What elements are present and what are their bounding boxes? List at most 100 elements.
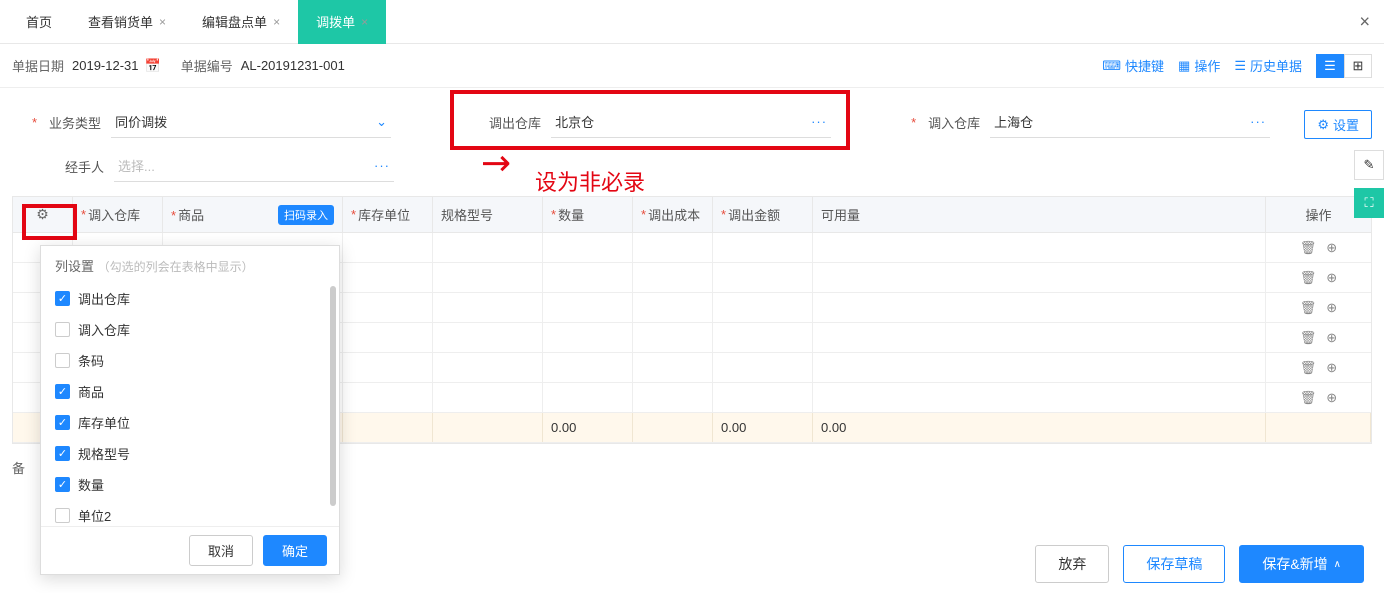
scrollbar[interactable] <box>330 286 336 506</box>
checkbox-icon <box>55 322 70 337</box>
history-link[interactable]: ☰历史单据 <box>1234 56 1302 75</box>
handler-label: 经手人 <box>44 157 104 176</box>
col-unit: *库存单位 <box>343 197 433 232</box>
discard-button[interactable]: 放弃 <box>1035 545 1109 583</box>
shortcut-link[interactable]: ⌨快捷键 <box>1102 56 1164 75</box>
checkbox-icon: ✓ <box>55 384 70 399</box>
list-icon: ☰ <box>1234 58 1246 74</box>
gear-icon: ⚙ <box>36 206 49 223</box>
column-toggle-item[interactable]: ✓ 规格型号 <box>55 438 325 469</box>
tab-edit-inventory[interactable]: 编辑盘点单 × <box>184 0 298 44</box>
handler-select[interactable]: 选择... ··· <box>114 150 394 182</box>
column-toggle-label: 商品 <box>78 382 104 401</box>
close-icon[interactable]: × <box>361 15 368 29</box>
in-wh-label: 调入仓库 <box>920 113 980 132</box>
checkbox-icon: ✓ <box>55 477 70 492</box>
tab-home[interactable]: 首页 <box>8 0 70 44</box>
column-toggle-label: 数量 <box>78 475 104 494</box>
window-close-icon[interactable]: × <box>1359 11 1370 32</box>
col-product: *商品扫码录入 <box>163 197 343 232</box>
side-expand-button[interactable]: ⛶ <box>1354 188 1384 218</box>
close-icon[interactable]: × <box>273 15 280 29</box>
column-settings-button[interactable]: ⚙ <box>13 197 73 232</box>
save-draft-button[interactable]: 保存草稿 <box>1123 545 1225 583</box>
settings-button[interactable]: ⚙ 设置 <box>1304 110 1372 139</box>
add-icon[interactable]: ⊕ <box>1326 390 1337 406</box>
column-toggle-label: 调出仓库 <box>78 289 130 308</box>
view-detail-button[interactable]: ⊞ <box>1344 54 1372 78</box>
checkbox-icon: ✓ <box>55 291 70 306</box>
remark-label: 备 <box>12 461 25 476</box>
more-icon: ··· <box>374 158 390 173</box>
doc-date-label: 单据日期 <box>12 56 64 75</box>
column-toggle-item[interactable]: ✓ 调出仓库 <box>55 283 325 314</box>
tab-edit-inventory-label: 编辑盘点单 <box>202 12 267 31</box>
required-star: * <box>911 115 916 130</box>
checkbox-icon <box>55 353 70 368</box>
checkbox-icon: ✓ <box>55 446 70 461</box>
delete-icon[interactable]: 🗑 <box>1300 330 1317 346</box>
column-toggle-item[interactable]: 条码 <box>55 345 325 376</box>
add-icon[interactable]: ⊕ <box>1326 360 1337 376</box>
close-icon[interactable]: × <box>159 15 166 29</box>
column-toggle-label: 库存单位 <box>78 413 130 432</box>
column-toggle-item[interactable]: 调入仓库 <box>55 314 325 345</box>
scan-badge[interactable]: 扫码录入 <box>278 205 334 225</box>
tab-view-sales-label: 查看销货单 <box>88 12 153 31</box>
tab-transfer[interactable]: 调拨单 × <box>298 0 386 44</box>
column-settings-popover: 列设置 （勾选的列会在表格中显示） ✓ 调出仓库调入仓库条码 ✓ 商品 ✓ 库存单位 ✓ 规格… <box>40 245 340 575</box>
action-link[interactable]: ▦操作 <box>1178 56 1220 75</box>
popover-title: 列设置 （勾选的列会在表格中显示） <box>55 256 325 275</box>
keyboard-icon: ⌨ <box>1102 58 1121 74</box>
delete-icon[interactable]: 🗑 <box>1300 270 1317 286</box>
delete-icon[interactable]: 🗑 <box>1300 360 1317 376</box>
out-wh-select[interactable]: 北京仓 ··· <box>551 106 831 138</box>
tab-home-label: 首页 <box>26 12 52 31</box>
column-toggle-item[interactable]: ✓ 库存单位 <box>55 407 325 438</box>
doc-no-value: AL-20191231-001 <box>241 58 345 73</box>
add-icon[interactable]: ⊕ <box>1326 300 1337 316</box>
required-star: * <box>32 115 37 130</box>
ok-button[interactable]: 确定 <box>263 535 327 566</box>
gear-icon: ⚙ <box>1317 117 1329 133</box>
delete-icon[interactable]: 🗑 <box>1300 240 1317 256</box>
add-icon[interactable]: ⊕ <box>1326 330 1337 346</box>
more-icon: ··· <box>811 114 827 129</box>
column-toggle-item[interactable]: ✓ 商品 <box>55 376 325 407</box>
column-toggle-label: 条码 <box>78 351 104 370</box>
calendar-icon[interactable]: 📅 <box>145 58 161 74</box>
doc-no-label: 单据编号 <box>181 56 233 75</box>
biz-type-label: 业务类型 <box>41 113 101 132</box>
delete-icon[interactable]: 🗑 <box>1300 390 1317 406</box>
col-out-amount: *调出金额 <box>713 197 813 232</box>
col-qty: *数量 <box>543 197 633 232</box>
chevron-up-icon: ∧ <box>1334 559 1341 570</box>
in-wh-select[interactable]: 上海仓 ··· <box>990 106 1270 138</box>
column-toggle-item[interactable]: 单位2 <box>55 500 325 526</box>
chevron-down-icon: ⌄ <box>376 114 387 130</box>
doc-date-value[interactable]: 2019-12-31 <box>72 58 139 73</box>
grid-icon: ▦ <box>1178 58 1190 74</box>
column-toggle-label: 调入仓库 <box>78 320 130 339</box>
checkbox-icon <box>55 508 70 523</box>
checkbox-icon: ✓ <box>55 415 70 430</box>
add-icon[interactable]: ⊕ <box>1326 240 1337 256</box>
col-spec: 规格型号 <box>433 197 543 232</box>
save-new-button[interactable]: 保存&新增∧ <box>1239 545 1364 583</box>
cancel-button[interactable]: 取消 <box>189 535 253 566</box>
column-toggle-label: 单位2 <box>78 506 111 525</box>
tab-view-sales[interactable]: 查看销货单 × <box>70 0 184 44</box>
delete-icon[interactable]: 🗑 <box>1300 300 1317 316</box>
out-wh-label: 调出仓库 <box>481 113 541 132</box>
col-in-wh: *调入仓库 <box>73 197 163 232</box>
biz-type-select[interactable]: 同价调拨 ⌄ <box>111 106 391 138</box>
view-list-button[interactable]: ☰ <box>1316 54 1344 78</box>
add-icon[interactable]: ⊕ <box>1326 270 1337 286</box>
column-toggle-item[interactable]: ✓ 数量 <box>55 469 325 500</box>
more-icon: ··· <box>1250 114 1266 129</box>
col-out-cost: *调出成本 <box>633 197 713 232</box>
tab-transfer-label: 调拨单 <box>316 12 355 31</box>
col-available: 可用量 <box>813 197 1266 232</box>
side-note-button[interactable]: ✎ <box>1354 150 1384 180</box>
column-toggle-label: 规格型号 <box>78 444 130 463</box>
